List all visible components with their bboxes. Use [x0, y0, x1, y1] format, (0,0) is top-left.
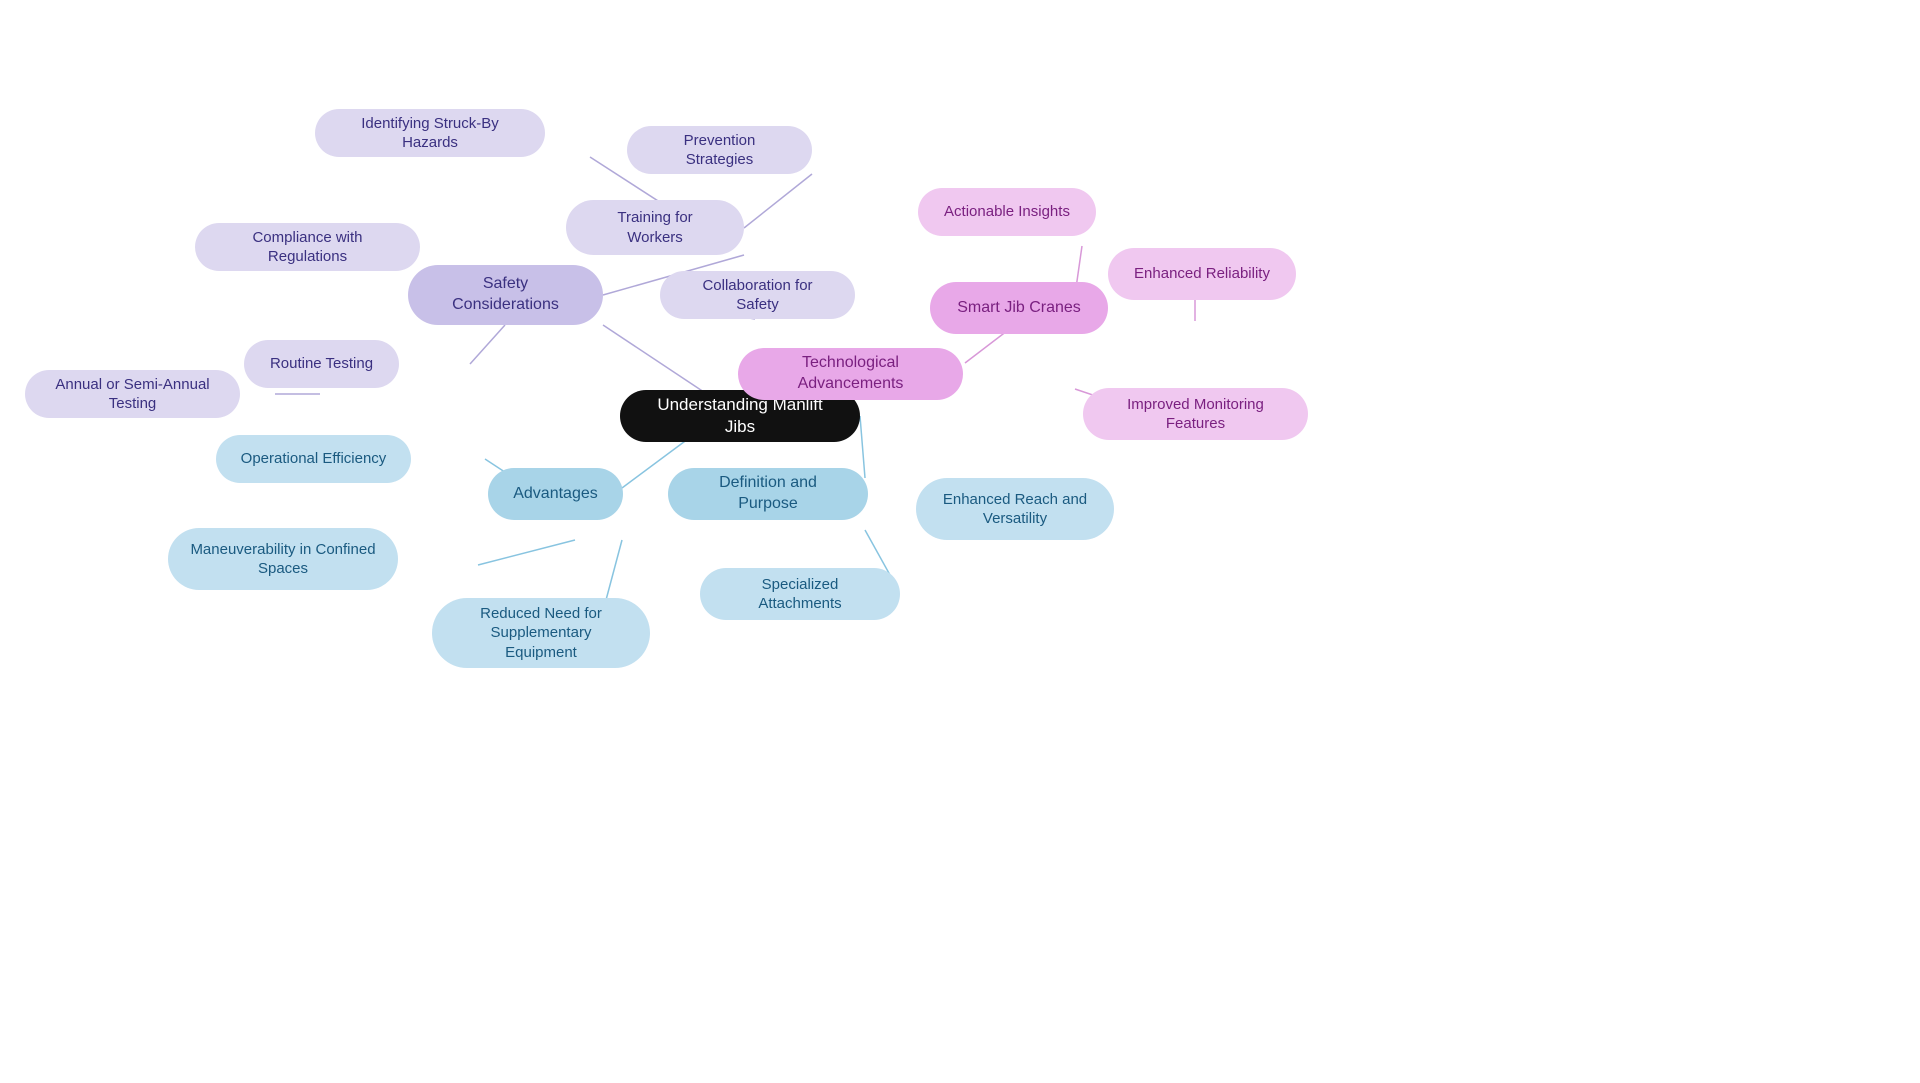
smart-node[interactable]: Smart Jib Cranes	[930, 282, 1108, 334]
enhanced-rel-node[interactable]: Enhanced Reliability	[1108, 248, 1296, 300]
definition-node[interactable]: Definition and Purpose	[668, 468, 868, 520]
advantages-node[interactable]: Advantages	[488, 468, 623, 520]
enhanced-reach-node[interactable]: Enhanced Reach and Versatility	[916, 478, 1114, 540]
prevention-node[interactable]: Prevention Strategies	[627, 126, 812, 174]
identifying-node[interactable]: Identifying Struck-By Hazards	[315, 109, 545, 157]
tech-node[interactable]: Technological Advancements	[738, 348, 963, 400]
annual-node[interactable]: Annual or Semi-Annual Testing	[25, 370, 240, 418]
routine-node[interactable]: Routine Testing	[244, 340, 399, 388]
training-node[interactable]: Training for Workers	[566, 200, 744, 255]
collaboration-node[interactable]: Collaboration for Safety	[660, 271, 855, 319]
reduced-node[interactable]: Reduced Need for Supplementary Equipment	[432, 598, 650, 668]
safety-node[interactable]: Safety Considerations	[408, 265, 603, 325]
improved-node[interactable]: Improved Monitoring Features	[1083, 388, 1308, 440]
specialized-node[interactable]: Specialized Attachments	[700, 568, 900, 620]
operational-node[interactable]: Operational Efficiency	[216, 435, 411, 483]
actionable-node[interactable]: Actionable Insights	[918, 188, 1096, 236]
compliance-node[interactable]: Compliance with Regulations	[195, 223, 420, 271]
maneuverability-node[interactable]: Maneuverability in Confined Spaces	[168, 528, 398, 590]
